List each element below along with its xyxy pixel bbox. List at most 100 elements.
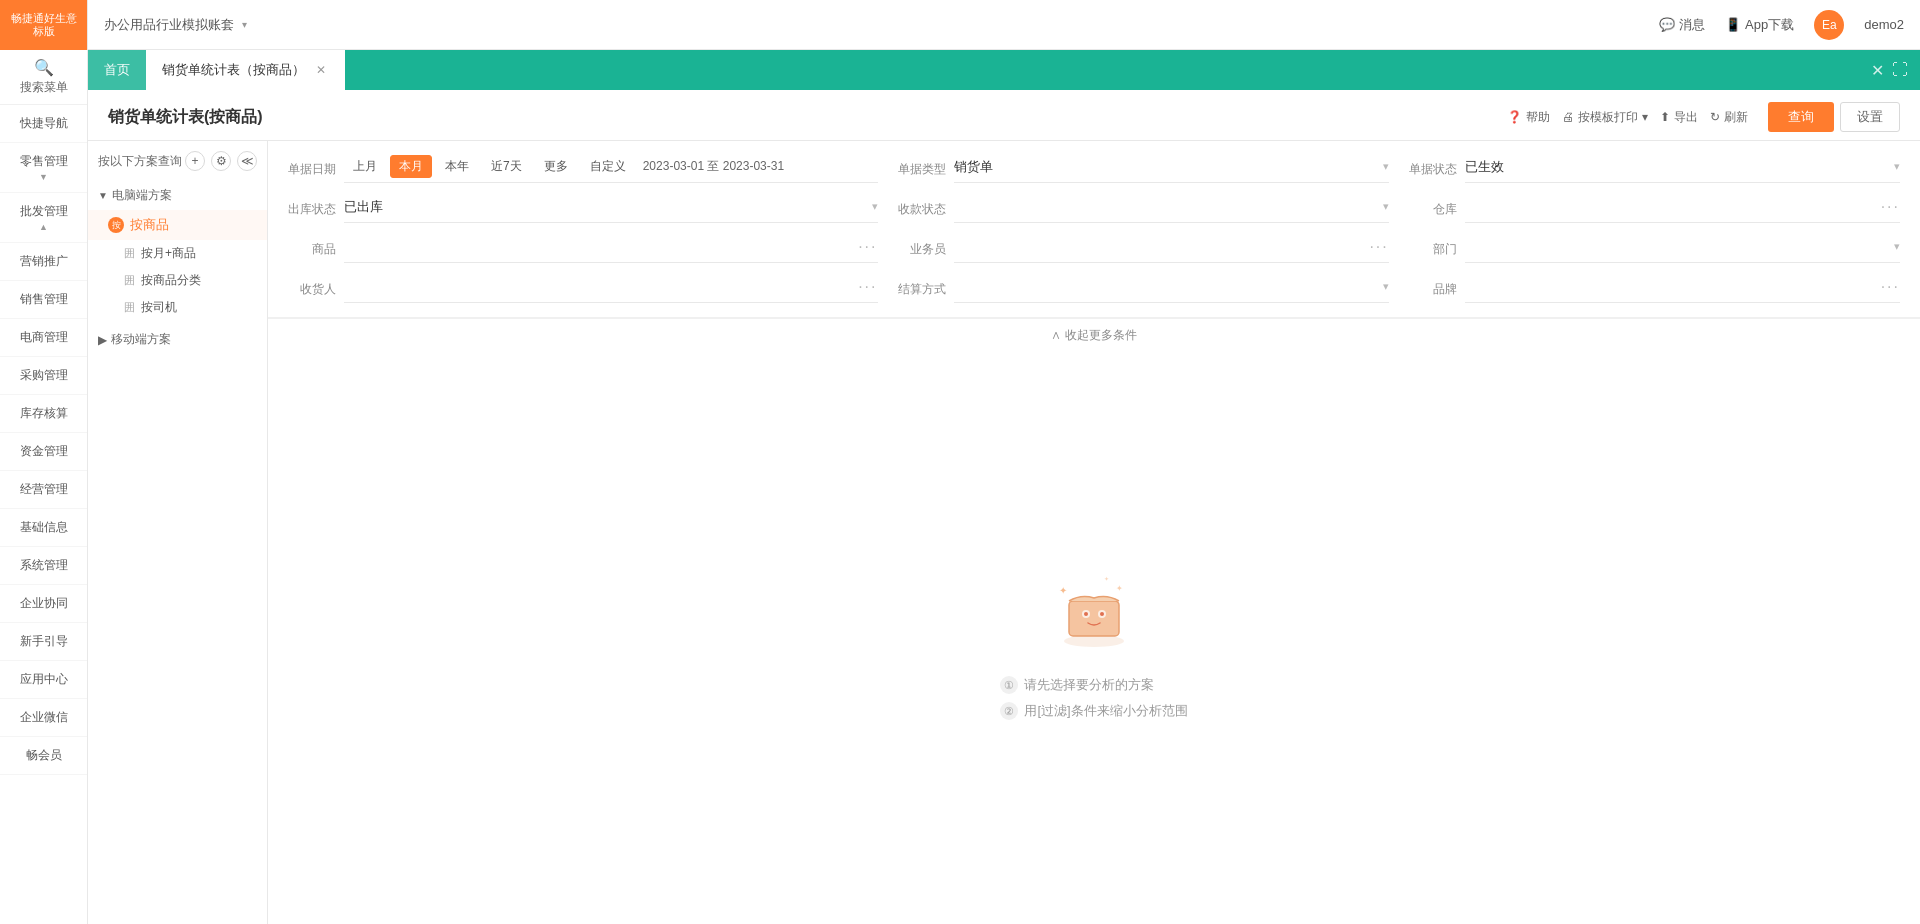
page-header: 销货单统计表(按商品) ❓ 帮助 🖨 按模板打印 ▾ ⬆ 导出 ↻ 刷新 [88, 90, 1920, 141]
date-btns: 上月 本月 本年 近7天 更多 自定义 [344, 155, 635, 178]
export-action[interactable]: ⬆ 导出 [1660, 109, 1698, 126]
sidebar-item-marketing[interactable]: 营销推广 [0, 243, 87, 281]
date-this-year[interactable]: 本年 [436, 155, 478, 178]
date-custom[interactable]: 自定义 [581, 155, 635, 178]
tab-home[interactable]: 首页 [88, 50, 146, 90]
sidebar-item-sales[interactable]: 销售管理 [0, 281, 87, 319]
body-wrapper: 按以下方案查询 + ⚙ ≪ ▼ [88, 141, 1920, 924]
sidebar-item-enterprise[interactable]: 企业协同 [0, 585, 87, 623]
inventory-label: 库存核算 [20, 405, 68, 422]
sidebar-item-newbie[interactable]: 新手引导 [0, 623, 87, 661]
header-industry: 办公用品行业模拟账套 ▾ [104, 16, 247, 34]
svg-text:✦: ✦ [1116, 584, 1123, 593]
tab-expand-icon[interactable]: ⛶ [1892, 61, 1908, 79]
type-arrow: ▾ [1379, 160, 1389, 173]
svg-point-6 [1100, 612, 1104, 616]
system-label: 系统管理 [20, 557, 68, 574]
pc-group-title[interactable]: ▼ 电脑端方案 [88, 181, 267, 210]
export-label: 导出 [1674, 109, 1698, 126]
sidebar-item-apps[interactable]: 应用中心 [0, 661, 87, 699]
date-this-month[interactable]: 本月 [390, 155, 432, 178]
sidebar-item-system[interactable]: 系统管理 [0, 547, 87, 585]
svg-point-5 [1084, 612, 1088, 616]
sidebar-item-operations[interactable]: 经营管理 [0, 471, 87, 509]
scheme-settings-icon[interactable]: ⚙ [211, 151, 231, 171]
payment-arrow: ▾ [1379, 200, 1389, 213]
payment-control[interactable]: ▾ [954, 195, 1389, 223]
collapse-label: ∧ 收起更多条件 [1051, 328, 1136, 342]
warehouse-control[interactable]: ··· [1465, 195, 1900, 223]
svg-text:✦: ✦ [1104, 576, 1109, 582]
sales-label: 销售管理 [20, 291, 68, 308]
scheme-item-by-product[interactable]: 按 按商品 [88, 210, 267, 240]
scheme-add-icon[interactable]: + [185, 151, 205, 171]
settlement-control[interactable]: ▾ [954, 275, 1389, 303]
date-prev-month[interactable]: 上月 [344, 155, 386, 178]
scheme-subitem-category[interactable]: 囲 按商品分类 [88, 267, 267, 294]
filter-cell-settlement: 结算方式 ▾ [898, 275, 1389, 303]
empty-tip-1: ① 请先选择要分析的方案 [1000, 676, 1187, 694]
product-label: 商品 [288, 241, 344, 258]
print-dropdown-arrow[interactable]: ▾ [1642, 110, 1648, 124]
filter-cell-receiver: 收货人 ··· [288, 275, 878, 303]
scheme-item-icon-by-product: 按 [108, 217, 124, 233]
svg-point-0 [1064, 635, 1124, 647]
help-action[interactable]: ❓ 帮助 [1507, 109, 1550, 126]
out-status-control[interactable]: 已出库 ▾ [344, 195, 878, 223]
out-status-value: 已出库 [344, 198, 868, 216]
type-value: 销货单 [954, 158, 1379, 176]
sidebar-search[interactable]: 🔍 搜索菜单 [0, 50, 87, 105]
scheme-collapse-icon[interactable]: ≪ [237, 151, 257, 171]
collapse-bar[interactable]: ∧ 收起更多条件 [268, 318, 1920, 352]
tab-close-all-icon[interactable]: ✕ [1871, 61, 1884, 80]
sidebar-item-purchase[interactable]: 采购管理 [0, 357, 87, 395]
mobile-group-title[interactable]: ▶ 移动端方案 [88, 325, 267, 354]
sidebar-item-wechat[interactable]: 企业微信 [0, 699, 87, 737]
sidebar-item-wholesale[interactable]: 批发管理 ▲ [0, 193, 87, 243]
query-button[interactable]: 查询 [1768, 102, 1834, 132]
sidebar-item-retail[interactable]: 零售管理 ▼ [0, 143, 87, 193]
salesperson-control[interactable]: ··· [954, 235, 1389, 263]
svg-text:✦: ✦ [1059, 585, 1067, 596]
logo-text: 畅捷通好生意 [11, 12, 77, 25]
status-control[interactable]: 已生效 ▾ [1465, 155, 1900, 183]
date-more[interactable]: 更多 [535, 155, 577, 178]
print-action[interactable]: 🖨 按模板打印 ▾ [1562, 109, 1648, 126]
settings-button[interactable]: 设置 [1840, 102, 1900, 132]
receiver-control[interactable]: ··· [344, 275, 878, 303]
user-avatar[interactable]: Ea [1814, 10, 1844, 40]
sidebar-item-member[interactable]: 畅会员 [0, 737, 87, 775]
filter-cell-type: 单据类型 销货单 ▾ [898, 155, 1389, 183]
member-label: 畅会员 [26, 747, 62, 764]
scheme-item-label-by-product: 按商品 [130, 216, 169, 234]
date-7days[interactable]: 近7天 [482, 155, 531, 178]
tab-close-icon[interactable]: ✕ [313, 62, 329, 78]
brand-control[interactable]: ··· [1465, 275, 1900, 303]
sidebar-item-basic-info[interactable]: 基础信息 [0, 509, 87, 547]
sidebar-item-ecommerce[interactable]: 电商管理 [0, 319, 87, 357]
operations-label: 经营管理 [20, 481, 68, 498]
username: demo2 [1864, 17, 1904, 32]
scheme-subitem-driver[interactable]: 囲 按司机 [88, 294, 267, 321]
apps-label: 应用中心 [20, 671, 68, 688]
filter-cell-status: 单据状态 已生效 ▾ [1409, 155, 1900, 183]
empty-state: ✦ ✦ ✦ ① 请先选择要分析的方案 ② 用[过滤]条件来缩小分析范围 [268, 352, 1920, 924]
date-control[interactable]: 上月 本月 本年 近7天 更多 自定义 2023-03-01 至 2023-03… [344, 155, 878, 183]
type-control[interactable]: 销货单 ▾ [954, 155, 1389, 183]
department-control[interactable]: ▾ [1465, 235, 1900, 263]
scheme-subitem-month-product[interactable]: 囲 按月+商品 [88, 240, 267, 267]
empty-tip-2: ② 用[过滤]条件来缩小分析范围 [1000, 702, 1187, 720]
filter-cell-date: 单据日期 上月 本月 本年 近7天 更多 自定义 [288, 155, 878, 183]
department-label: 部门 [1409, 241, 1465, 258]
product-control[interactable]: ··· [344, 235, 878, 263]
tab-active[interactable]: 销货单统计表（按商品） ✕ [146, 50, 345, 90]
header-right: 💬 消息 📱 App下载 Ea demo2 [1659, 10, 1904, 40]
industry-dropdown-arrow[interactable]: ▾ [242, 19, 247, 30]
sidebar-item-quick-nav[interactable]: 快捷导航 [0, 105, 87, 143]
filter-section: 单据日期 上月 本月 本年 近7天 更多 自定义 [268, 141, 1920, 318]
sidebar-item-inventory[interactable]: 库存核算 [0, 395, 87, 433]
refresh-action[interactable]: ↻ 刷新 [1710, 109, 1748, 126]
msg-action[interactable]: 💬 消息 [1659, 16, 1705, 34]
sidebar-item-finance[interactable]: 资金管理 [0, 433, 87, 471]
app-download-action[interactable]: 📱 App下载 [1725, 16, 1794, 34]
